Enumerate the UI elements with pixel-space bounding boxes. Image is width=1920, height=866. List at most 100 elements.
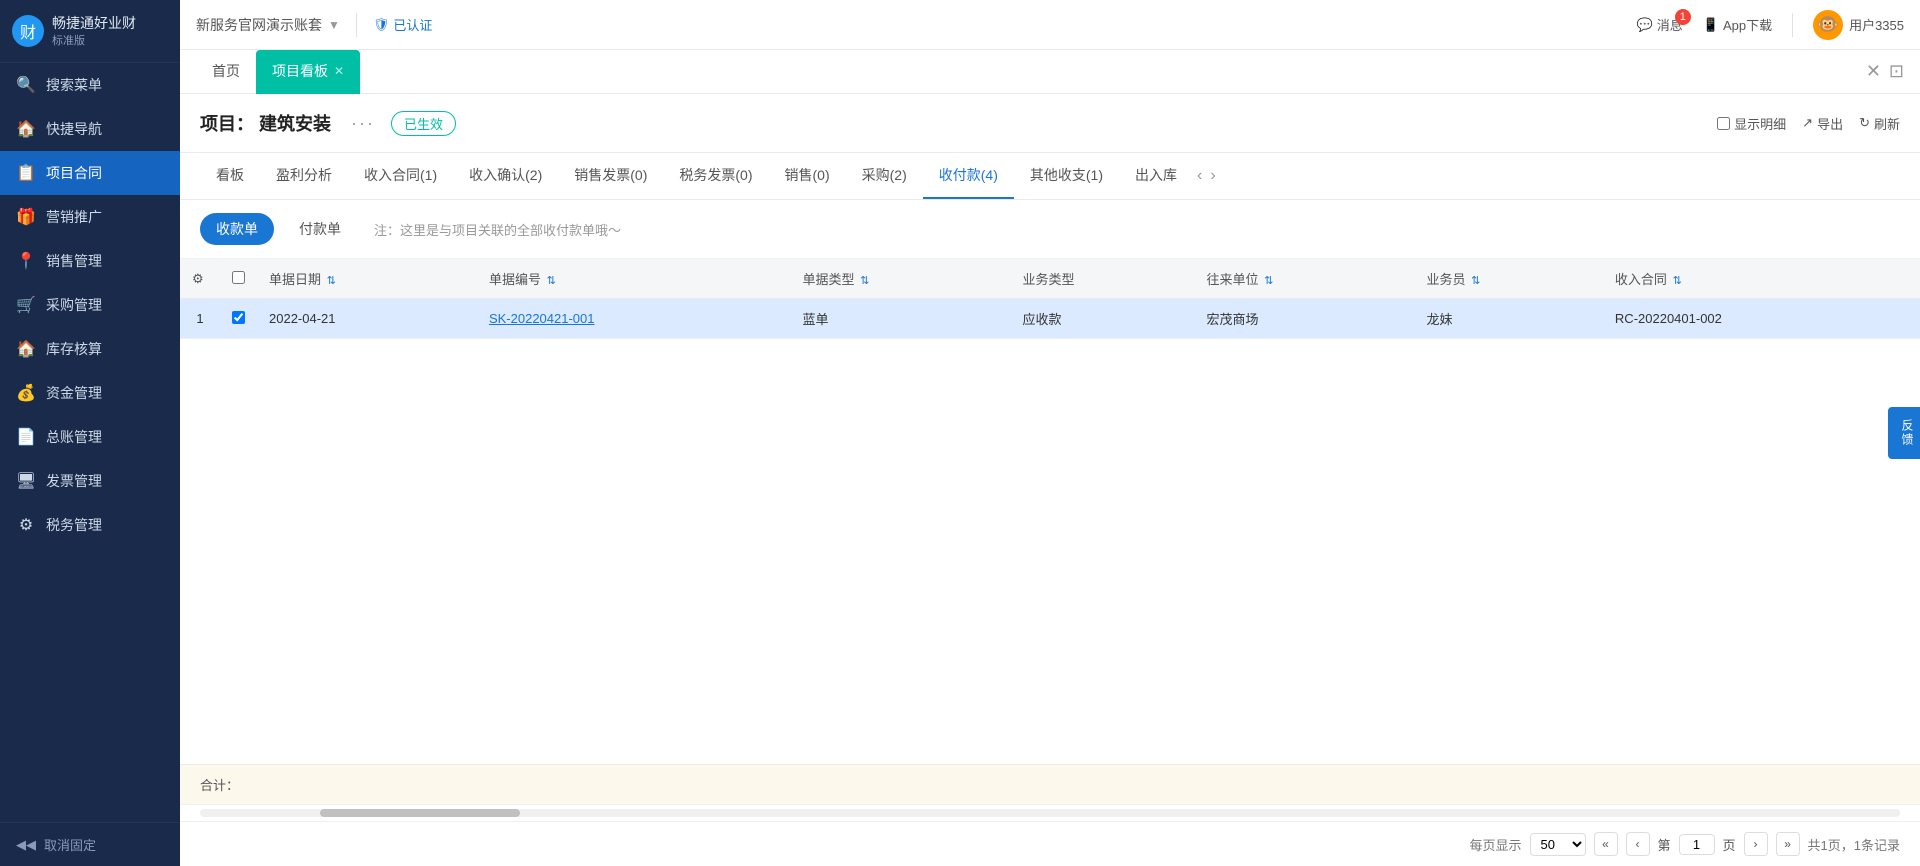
sidebar-item-8[interactable]: 📄 总账管理 xyxy=(0,415,180,459)
row-company: 宏茂商场 xyxy=(1194,299,1414,339)
sidebar-item-3[interactable]: 🎁 营销推广 xyxy=(0,195,180,239)
sidebar-item-9[interactable]: 🖥 发票管理 xyxy=(0,459,180,503)
subnav-item-0[interactable]: 看板 xyxy=(200,153,260,199)
type-sort-icon: ⇅ xyxy=(860,275,869,287)
project-actions: 显示明细 ↗ 导出 ↻ 刷新 xyxy=(1717,114,1900,133)
subtab-btn-0[interactable]: 收款单 xyxy=(200,213,274,245)
feedback-button[interactable]: 反馈 xyxy=(1888,407,1920,459)
messages-button[interactable]: 💬 消息 1 xyxy=(1637,15,1683,34)
last-page-button[interactable]: » xyxy=(1776,832,1800,856)
subtab-btn-1[interactable]: 付款单 xyxy=(282,212,358,246)
sidebar-icon-10: ⚙ xyxy=(16,515,36,535)
subnav-item-8[interactable]: 收付款(4) xyxy=(923,153,1014,199)
topbar-divider-1 xyxy=(356,13,357,37)
sidebar-scroll: 🔍 搜索菜单 🏠 快捷导航 📋 项目合同 🎁 营销推广 📍 销售管理 🛒 采购管… xyxy=(0,63,180,822)
row-number-cell[interactable]: SK-20220421-001 xyxy=(477,299,791,339)
first-page-button[interactable]: « xyxy=(1594,832,1618,856)
sidebar-label-10: 税务管理 xyxy=(46,515,102,535)
close-window-button[interactable]: ✕ xyxy=(1866,61,1881,82)
table-body: 1 2022-04-21 SK-20220421-001 蓝单 应收款 宏茂商场… xyxy=(180,299,1920,339)
subnav-item-2[interactable]: 收入合同(1) xyxy=(348,153,453,199)
app-download-button[interactable]: 📱 App下载 xyxy=(1703,15,1772,34)
table-header: ⚙ 单据日期 ⇅ 单据编号 ⇅ 单据类型 xyxy=(180,259,1920,299)
sidebar-icon-7: 💰 xyxy=(16,383,36,403)
contract-column-header[interactable]: 收入合同 ⇅ xyxy=(1603,259,1920,299)
sidebar-item-1[interactable]: 🏠 快捷导航 xyxy=(0,107,180,151)
row-index: 1 xyxy=(180,299,220,339)
next-page-button[interactable]: › xyxy=(1744,832,1768,856)
message-icon: 💬 xyxy=(1637,17,1653,33)
number-column-header[interactable]: 单据编号 ⇅ xyxy=(477,259,791,299)
page-number-input[interactable] xyxy=(1679,834,1715,855)
maximize-window-button[interactable]: ⊡ xyxy=(1889,61,1904,82)
subnav-item-6[interactable]: 销售(0) xyxy=(769,153,846,199)
subtab-note: 注：这里是与项目关联的全部收付款单哦～ xyxy=(374,220,621,239)
sidebar-item-7[interactable]: 💰 资金管理 xyxy=(0,371,180,415)
logo-text: 畅捷通好业财 标准版 xyxy=(52,14,136,48)
sidebar-item-0[interactable]: 🔍 搜索菜单 xyxy=(0,63,180,107)
sidebar-icon-2: 📋 xyxy=(16,163,36,183)
subnav-item-5[interactable]: 税务发票(0) xyxy=(663,153,768,199)
user-menu[interactable]: 🐵 用户3355 xyxy=(1813,10,1904,40)
sidebar-icon-0: 🔍 xyxy=(16,75,36,95)
number-sort-icon: ⇅ xyxy=(547,275,556,287)
subnav-item-1[interactable]: 盈利分析 xyxy=(260,153,348,199)
subnav-item-9[interactable]: 其他收支(1) xyxy=(1014,153,1119,199)
company-column-header[interactable]: 往来单位 ⇅ xyxy=(1194,259,1414,299)
date-column-header[interactable]: 单据日期 ⇅ xyxy=(257,259,477,299)
select-all-checkbox[interactable] xyxy=(232,271,245,284)
subnav-item-10[interactable]: 出入库 xyxy=(1119,153,1193,199)
table-header-row: ⚙ 单据日期 ⇅ 单据编号 ⇅ 单据类型 xyxy=(180,259,1920,299)
subnav-item-3[interactable]: 收入确认(2) xyxy=(453,153,558,199)
sidebar-icon-5: 🛒 xyxy=(16,295,36,315)
sidebar-item-4[interactable]: 📍 销售管理 xyxy=(0,239,180,283)
sidebar-icon-3: 🎁 xyxy=(16,207,36,227)
tab-home[interactable]: 首页 xyxy=(196,50,256,94)
table-row[interactable]: 1 2022-04-21 SK-20220421-001 蓝单 应收款 宏茂商场… xyxy=(180,299,1920,339)
refresh-button[interactable]: ↻ 刷新 xyxy=(1859,114,1900,133)
sidebar-item-6[interactable]: 🏠 库存核算 xyxy=(0,327,180,371)
subnav-prev-arrow[interactable]: ‹ xyxy=(1193,167,1206,185)
settings-column-header[interactable]: ⚙ xyxy=(180,259,220,299)
subnav: 看板盈利分析收入合同(1)收入确认(2)销售发票(0)税务发票(0)销售(0)采… xyxy=(180,153,1920,200)
sidebar-item-5[interactable]: 🛒 采购管理 xyxy=(0,283,180,327)
row-checkbox-cell[interactable] xyxy=(220,299,257,339)
export-button[interactable]: ↗ 导出 xyxy=(1802,114,1843,133)
company-sort-icon: ⇅ xyxy=(1264,275,1273,287)
subnav-item-7[interactable]: 采购(2) xyxy=(846,153,923,199)
content-area: 项目： 建筑安装 ··· 已生效 显示明细 ↗ 导出 ↻ 刷新 xyxy=(180,94,1920,866)
row-checkbox[interactable] xyxy=(232,311,245,324)
project-selector[interactable]: 新服务官网演示账套 ▼ xyxy=(196,15,340,35)
sidebar: 财 畅捷通好业财 标准版 🔍 搜索菜单 🏠 快捷导航 📋 项目合同 🎁 营销推广… xyxy=(0,0,180,866)
prev-page-button[interactable]: ‹ xyxy=(1626,832,1650,856)
per-page-select[interactable]: 50 100 200 xyxy=(1530,833,1586,856)
project-more-button[interactable]: ··· xyxy=(351,113,375,134)
show-detail-checkbox[interactable]: 显示明细 xyxy=(1717,114,1786,133)
sidebar-icon-8: 📄 xyxy=(16,427,36,447)
sidebar-unpin-button[interactable]: ◀◀ 取消固定 xyxy=(0,822,180,866)
salesperson-column-header[interactable]: 业务员 ⇅ xyxy=(1414,259,1602,299)
horizontal-scrollbar[interactable] xyxy=(180,804,1920,821)
contract-sort-icon: ⇅ xyxy=(1673,275,1682,287)
dropdown-icon: ▼ xyxy=(328,18,340,32)
pagination: 每页显示 50 100 200 « ‹ 第 页 › » 共1页，1条记录 xyxy=(180,821,1920,866)
sidebar-icon-1: 🏠 xyxy=(16,119,36,139)
sidebar-label-5: 采购管理 xyxy=(46,295,102,315)
row-salesperson: 龙妹 xyxy=(1414,299,1602,339)
subnav-next-arrow[interactable]: › xyxy=(1206,167,1219,185)
sidebar-item-2[interactable]: 📋 项目合同 xyxy=(0,151,180,195)
type-column-header[interactable]: 单据类型 ⇅ xyxy=(791,259,1011,299)
show-detail-input[interactable] xyxy=(1717,117,1730,130)
tab-close-icon[interactable]: ✕ xyxy=(334,64,344,78)
sidebar-item-10[interactable]: ⚙ 税务管理 xyxy=(0,503,180,547)
row-type: 蓝单 xyxy=(791,299,1011,339)
logo-icon: 财 xyxy=(12,15,44,47)
export-icon: ↗ xyxy=(1802,115,1813,131)
shield-icon: 🛡 xyxy=(373,17,390,33)
sidebar-label-9: 发票管理 xyxy=(46,471,102,491)
row-biz-type: 应收款 xyxy=(1010,299,1194,339)
scrollbar-thumb[interactable] xyxy=(320,809,520,817)
tab-project-board[interactable]: 项目看板 ✕ xyxy=(256,50,360,94)
certified-badge: 🛡 已认证 xyxy=(373,15,433,34)
subnav-item-4[interactable]: 销售发票(0) xyxy=(558,153,663,199)
